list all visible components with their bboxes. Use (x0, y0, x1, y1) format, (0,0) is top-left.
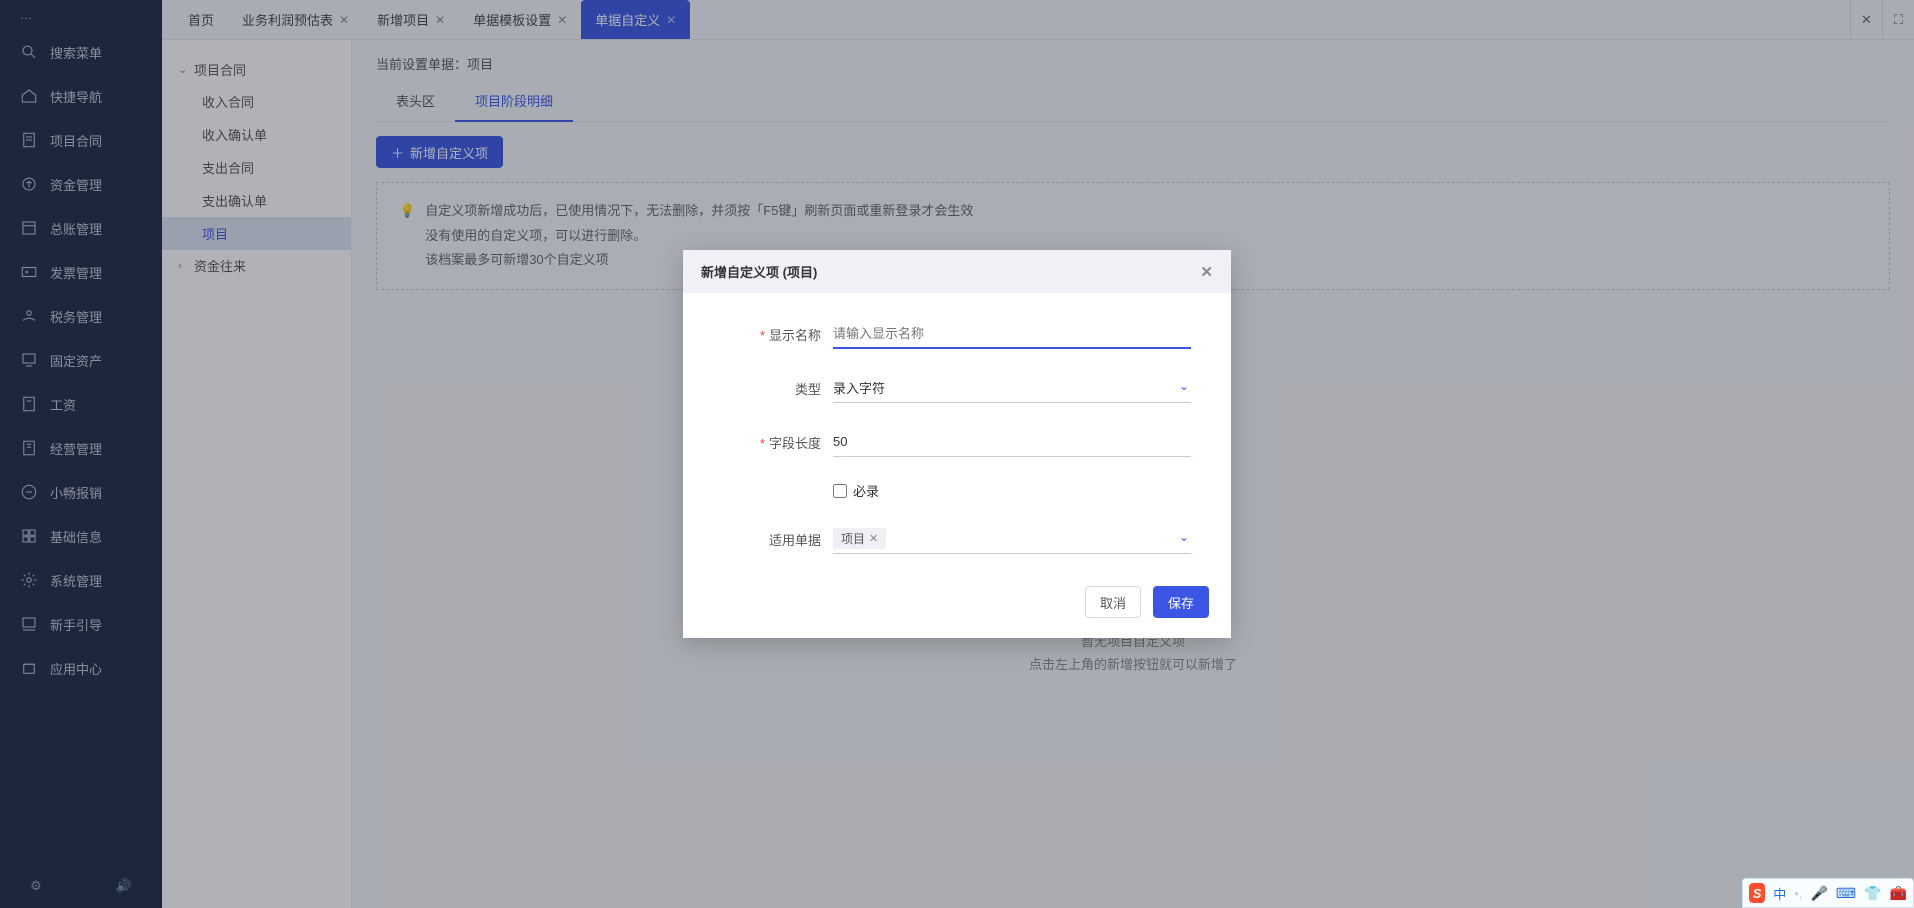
ime-separator: •, (1794, 886, 1802, 901)
cancel-button[interactable]: 取消 (1085, 586, 1141, 618)
label-display-name: *显示名称 (723, 325, 833, 344)
control-length (833, 427, 1191, 457)
row-mandatory: 必录 (723, 481, 1191, 500)
chevron-down-icon: ⌄ (1179, 530, 1189, 544)
custom-field-dialog: 新增自定义项 (项目) ✕ *显示名称 类型 ⌄ *字段长度 (683, 250, 1231, 638)
dialog-close-button[interactable]: ✕ (1200, 263, 1213, 281)
control-display-name (833, 319, 1191, 349)
mic-icon[interactable]: 🎤 (1810, 885, 1827, 902)
control-mandatory: 必录 (833, 481, 1191, 500)
mandatory-checkbox[interactable] (833, 484, 847, 498)
apply-doc-tag: 项目 ✕ (833, 528, 886, 549)
control-apply-doc[interactable]: 项目 ✕ ⌄ (833, 524, 1191, 554)
label-length: *字段长度 (723, 433, 833, 452)
save-button[interactable]: 保存 (1153, 586, 1209, 618)
dialog-title: 新增自定义项 (项目) (701, 262, 817, 281)
sogou-logo-icon: S (1749, 883, 1765, 903)
label-type: 类型 (723, 379, 833, 398)
button-label: 保存 (1168, 593, 1194, 612)
dialog-body: *显示名称 类型 ⌄ *字段长度 (683, 293, 1231, 586)
keyboard-icon[interactable]: ⌨ (1836, 885, 1856, 902)
display-name-input[interactable] (833, 319, 1191, 349)
ime-language[interactable]: 中 (1773, 884, 1786, 903)
control-type[interactable]: ⌄ (833, 373, 1191, 403)
row-apply-doc: 适用单据 项目 ✕ ⌄ (723, 524, 1191, 554)
type-select[interactable] (833, 373, 1191, 403)
mandatory-label: 必录 (853, 481, 879, 500)
dialog-footer: 取消 保存 (683, 586, 1231, 638)
ime-toolbar[interactable]: S 中 •, 🎤 ⌨ 👕 🧰 (1742, 878, 1914, 908)
row-display-name: *显示名称 (723, 319, 1191, 349)
skin-icon[interactable]: 👕 (1864, 885, 1881, 902)
dialog-header: 新增自定义项 (项目) ✕ (683, 250, 1231, 293)
button-label: 取消 (1100, 593, 1126, 612)
label-apply-doc: 适用单据 (723, 530, 833, 549)
tag-remove-icon[interactable]: ✕ (869, 532, 878, 545)
length-input[interactable] (833, 427, 1191, 457)
toolbox-icon[interactable]: 🧰 (1890, 885, 1907, 902)
row-type: 类型 ⌄ (723, 373, 1191, 403)
row-length: *字段长度 (723, 427, 1191, 457)
tag-label: 项目 (841, 530, 865, 547)
